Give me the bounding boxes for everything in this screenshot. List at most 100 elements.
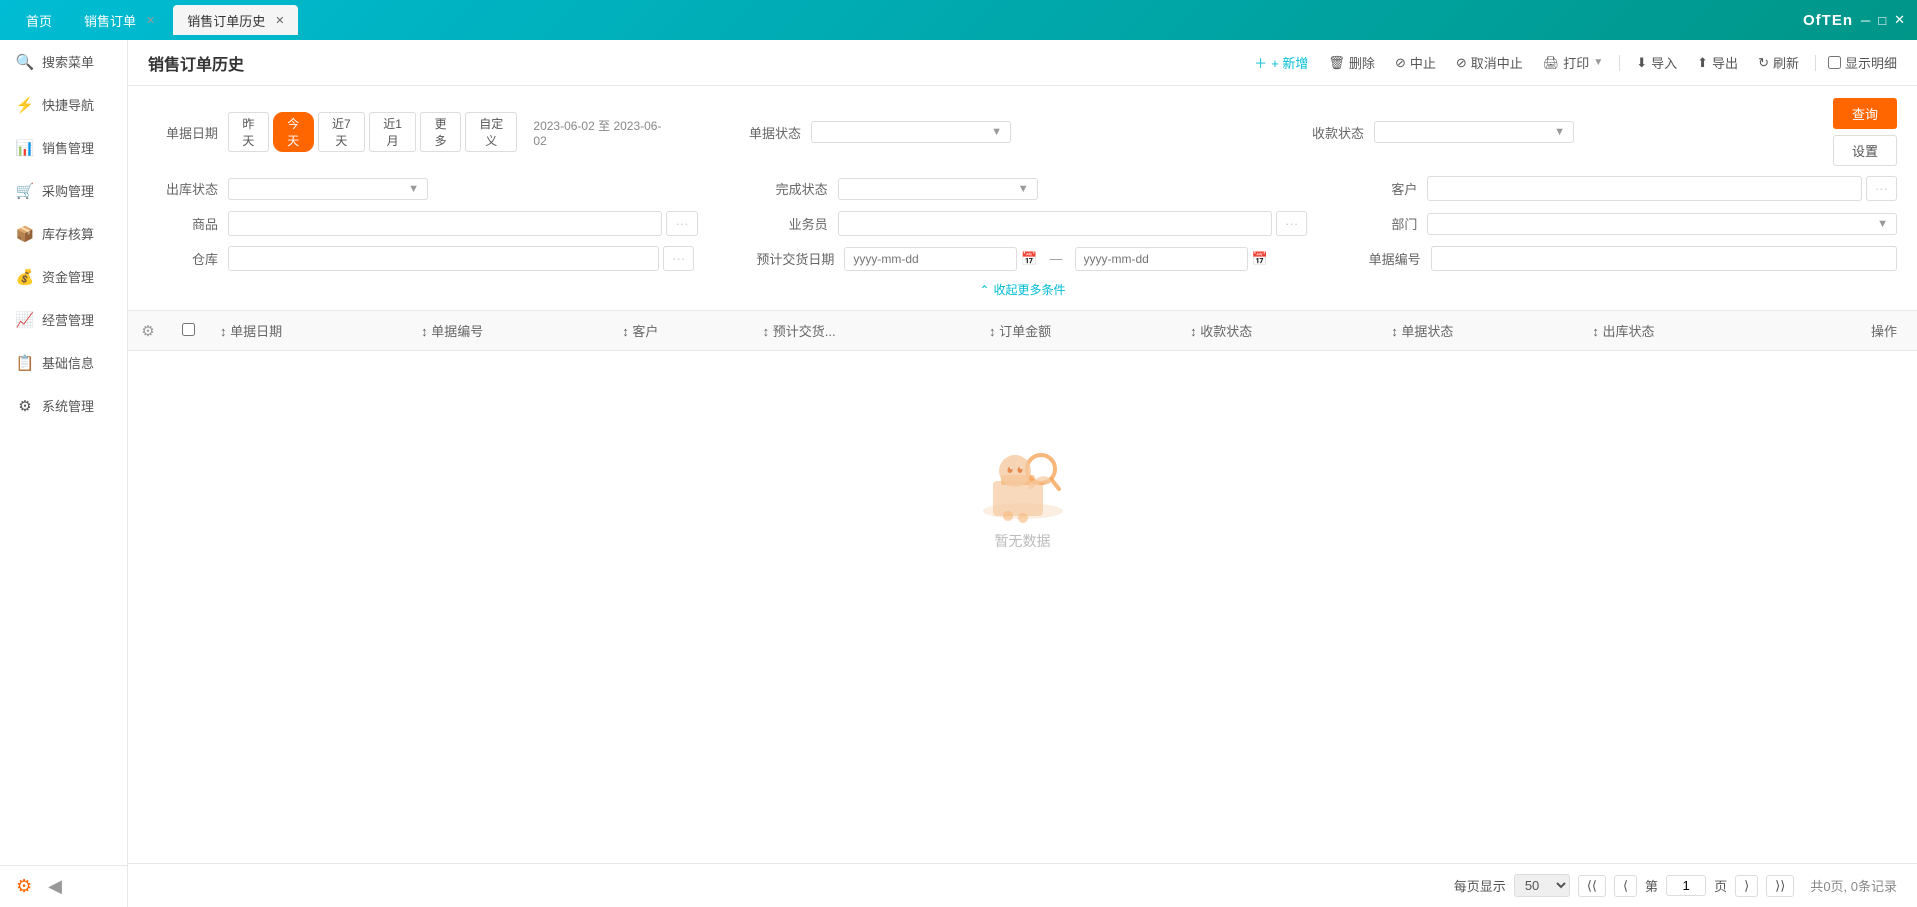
import-label: 导入	[1651, 53, 1677, 72]
empty-text: 暂无数据	[995, 531, 1051, 551]
customer-input[interactable]	[1427, 176, 1861, 201]
sidebar-item-basic-info[interactable]: 📋 基础信息	[0, 341, 127, 384]
cal-icon-from[interactable]: 📅	[1021, 251, 1037, 267]
per-page-select[interactable]: 50 100 200	[1514, 874, 1570, 897]
product-dots-btn[interactable]: ···	[666, 211, 697, 236]
date-7days-btn[interactable]: 近7天	[318, 112, 365, 152]
cancel-stop-button[interactable]: ⊘ 取消中止	[1452, 51, 1527, 74]
top-bar-minimize[interactable]: ─	[1861, 13, 1870, 28]
stop-label: 中止	[1410, 53, 1436, 72]
th-date: ↕ 单据日期	[208, 311, 409, 351]
export-label: 导出	[1712, 53, 1738, 72]
import-button[interactable]: ⬇ 导入	[1632, 51, 1681, 74]
collapse-btn[interactable]: ⌃ 收起更多条件	[148, 281, 1897, 298]
sidebar-settings-icon[interactable]: ⚙	[16, 876, 32, 897]
sidebar-item-basic-info-label: 基础信息	[42, 353, 94, 372]
table-header-row: ⚙ ↕ 单据日期 ↕ 单据编号 ↕ 客户	[128, 311, 1917, 351]
tab-sales-order-history-close[interactable]: ✕	[275, 14, 284, 27]
data-table: ⚙ ↕ 单据日期 ↕ 单据编号 ↕ 客户	[128, 311, 1917, 631]
sidebar-item-quick-nav[interactable]: ⚡ 快捷导航	[0, 83, 127, 126]
toolbar: ＋ + 新增 🗑 删除 ⊘ 中止 ⊘ 取消中止 🖨 打印	[1250, 51, 1897, 74]
tab-sales-order-close[interactable]: ✕	[146, 14, 155, 27]
next-page-btn[interactable]: ⟩	[1735, 875, 1758, 897]
table-container: ⚙ ↕ 单据日期 ↕ 单据编号 ↕ 客户	[128, 311, 1917, 863]
display-detail-toggle[interactable]: 显示明细	[1828, 53, 1897, 72]
filter-area: 单据日期 昨天 今天 近7天 近1月 更多 自定义 2023-06-02 至 2…	[128, 86, 1917, 311]
date-yesterday-btn[interactable]: 昨天	[228, 112, 269, 152]
warehouse-dots-btn[interactable]: ···	[663, 246, 694, 271]
page-suffix-label: 页	[1714, 876, 1727, 895]
th-check	[168, 311, 208, 351]
expected-delivery-to-input[interactable]	[1075, 247, 1248, 271]
top-bar-maximize[interactable]: □	[1878, 13, 1886, 28]
top-bar-close[interactable]: ✕	[1894, 12, 1905, 28]
sidebar-item-inventory-check[interactable]: 📦 库存核算	[0, 212, 127, 255]
cal-icon-to[interactable]: 📅	[1252, 251, 1268, 267]
salesperson-input[interactable]	[838, 211, 1272, 236]
new-button[interactable]: ＋ + 新增	[1250, 51, 1312, 74]
status-select[interactable]: ▼	[811, 121, 1011, 143]
content-area: 销售订单历史 ＋ + 新增 🗑 删除 ⊘ 中止 ⊘ 取消中止	[128, 40, 1917, 907]
th-doc-no-label: ↕ 单据编号	[421, 324, 483, 339]
tab-sales-order-history[interactable]: 销售订单历史 ✕	[173, 5, 298, 35]
th-date-label: ↕ 单据日期	[220, 324, 282, 339]
table-gear-icon[interactable]: ⚙	[141, 323, 154, 340]
department-select[interactable]: ▼	[1427, 213, 1897, 235]
warehouse-out-field: ▼	[228, 178, 698, 200]
query-area: 查询 设置	[1833, 98, 1897, 166]
sidebar-item-search-menu[interactable]: 🔍 搜索菜单	[0, 40, 127, 83]
product-input[interactable]	[228, 211, 662, 236]
th-gear: ⚙	[128, 311, 168, 351]
doc-no-field	[1431, 246, 1897, 271]
date-more-btn[interactable]: 更多	[420, 112, 461, 152]
sidebar-item-finance-mgmt[interactable]: 💰 资金管理	[0, 255, 127, 298]
sidebar-item-operations-mgmt-label: 经营管理	[42, 310, 94, 329]
toolbar-divider-2	[1815, 55, 1816, 71]
main-layout: 🔍 搜索菜单 ⚡ 快捷导航 📊 销售管理 🛒 采购管理 📦 库存核算 💰 资金管…	[0, 40, 1917, 907]
export-button[interactable]: ⬆ 导出	[1693, 51, 1742, 74]
payment-label: 收款状态	[1294, 123, 1374, 142]
doc-no-input[interactable]	[1431, 246, 1897, 271]
first-page-btn[interactable]: ⟨⟨	[1578, 875, 1606, 897]
empty-svg	[963, 431, 1083, 531]
sidebar-item-purchase-mgmt[interactable]: 🛒 采购管理	[0, 169, 127, 212]
warehouse-out-select[interactable]: ▼	[228, 178, 428, 200]
display-detail-checkbox[interactable]	[1828, 56, 1841, 69]
sidebar-item-search-menu-label: 搜索菜单	[42, 52, 94, 71]
delete-button[interactable]: 🗑 删除	[1324, 51, 1379, 74]
prev-page-btn[interactable]: ⟨	[1614, 875, 1637, 897]
page-title: 销售订单历史	[148, 51, 244, 75]
date-field: 昨天 今天 近7天 近1月 更多 自定义 2023-06-02 至 2023-0…	[228, 112, 671, 152]
query-button[interactable]: 查询	[1833, 98, 1897, 129]
th-action-label: 操作	[1871, 324, 1897, 339]
sales-mgmt-icon: 📊	[16, 139, 34, 157]
sidebar-item-system-mgmt[interactable]: ⚙ 系统管理	[0, 384, 127, 427]
sidebar-collapse-icon[interactable]: ◀	[48, 876, 62, 897]
tab-home-label: 首页	[26, 11, 52, 30]
th-order-amount-label: ↕ 订单金额	[989, 324, 1051, 339]
salesperson-dots-btn[interactable]: ···	[1276, 211, 1307, 236]
tab-home[interactable]: 首页	[12, 5, 66, 35]
complete-select[interactable]: ▼	[838, 178, 1038, 200]
total-text: 共0页, 0条记录	[1810, 876, 1897, 895]
print-button[interactable]: 🖨 打印 ▼	[1539, 51, 1607, 74]
date-custom-btn[interactable]: 自定义	[465, 112, 517, 152]
date-today-btn[interactable]: 今天	[273, 112, 314, 152]
display-detail-label: 显示明细	[1845, 53, 1897, 72]
stop-button[interactable]: ⊘ 中止	[1391, 51, 1440, 74]
toolbar-divider-1	[1619, 55, 1620, 71]
tab-sales-order[interactable]: 销售订单 ✕	[70, 5, 169, 35]
select-all-checkbox[interactable]	[182, 323, 195, 336]
sidebar-item-sales-mgmt[interactable]: 📊 销售管理	[0, 126, 127, 169]
sidebar-item-operations-mgmt[interactable]: 📈 经营管理	[0, 298, 127, 341]
customer-dots-btn[interactable]: ···	[1866, 176, 1897, 201]
warehouse-input[interactable]	[228, 246, 659, 271]
expected-delivery-label: 预计交货日期	[754, 249, 844, 268]
refresh-button[interactable]: ↻ 刷新	[1754, 51, 1803, 74]
last-page-btn[interactable]: ⟩⟩	[1766, 875, 1794, 897]
settings-button[interactable]: 设置	[1833, 135, 1897, 166]
payment-select[interactable]: ▼	[1374, 121, 1574, 143]
expected-delivery-from-input[interactable]	[844, 247, 1017, 271]
date-1month-btn[interactable]: 近1月	[369, 112, 416, 152]
page-input[interactable]	[1666, 875, 1706, 896]
